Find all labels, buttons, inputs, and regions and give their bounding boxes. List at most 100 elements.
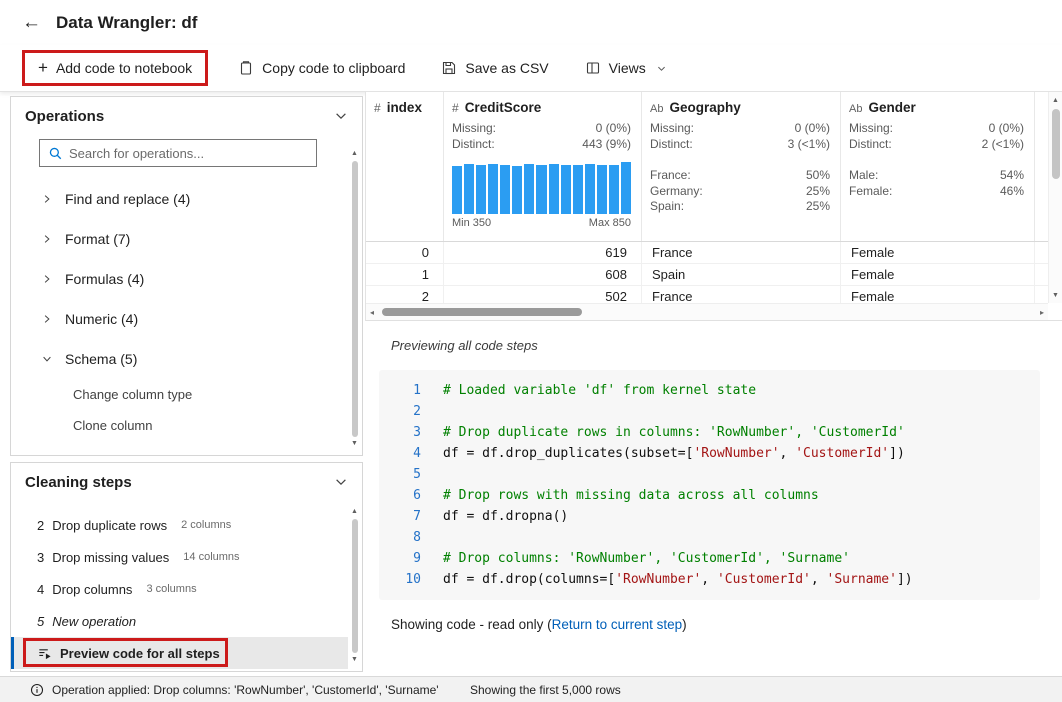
distinct-label: Distinct: [849, 137, 892, 153]
column-header-index[interactable]: #index [366, 92, 444, 241]
column-header-geography[interactable]: AbGeographyMissing:0 (0%)Distinct:3 (<1%… [642, 92, 841, 241]
table-cell: 619 [444, 242, 642, 263]
step-detail: 3 columns [146, 583, 196, 595]
table-cell: France [642, 242, 841, 263]
add-code-to-notebook-button[interactable]: + Add code to notebook [22, 50, 208, 86]
back-arrow-icon[interactable]: ← [22, 12, 41, 34]
operations-scrollbar[interactable]: ▲ ▼ [349, 149, 360, 449]
category-label: France: [650, 168, 691, 184]
line-content: df = df.drop(columns=['RowNumber', 'Cust… [443, 569, 913, 590]
step-label: Drop duplicate rows [52, 518, 167, 533]
column-header-creditscore[interactable]: #CreditScoreMissing:0 (0%)Distinct:443 (… [444, 92, 642, 241]
cleaning-steps-header: Cleaning steps [11, 463, 362, 501]
missing-value: 0 (0%) [989, 121, 1024, 137]
scroll-left-icon[interactable]: ◂ [370, 308, 374, 317]
save-icon [441, 60, 457, 76]
operations-title: Operations [25, 108, 104, 125]
scroll-down-icon[interactable]: ▼ [1052, 292, 1059, 299]
cleaning-steps-title: Cleaning steps [25, 474, 132, 491]
step-number: 5 [37, 614, 44, 629]
line-content: # Drop columns: 'RowNumber', 'CustomerId… [443, 548, 850, 569]
category-value: 46% [1000, 184, 1024, 200]
table-row[interactable]: 1608SpainFemale [366, 264, 1048, 286]
chevron-right-icon [41, 233, 53, 245]
code-line: 1# Loaded variable 'df' from kernel stat… [379, 380, 1040, 401]
missing-value: 0 (0%) [596, 121, 631, 137]
toolbar: + Add code to notebook Copy code to clip… [0, 45, 1062, 92]
table-row[interactable]: 0619FranceFemale [366, 242, 1048, 264]
save-csv-label: Save as CSV [465, 60, 548, 76]
search-input[interactable] [69, 146, 316, 161]
operation-group-schema[interactable]: Schema (5) [11, 339, 362, 379]
info-icon [30, 683, 44, 697]
line-number: 1 [379, 380, 421, 401]
numeric-type-icon: # [452, 101, 459, 115]
histogram-bar [585, 164, 595, 214]
operations-search[interactable] [39, 139, 317, 167]
code-line: 8 [379, 527, 1040, 548]
distinct-value: 2 (<1%) [982, 137, 1024, 153]
cleaning-step-drop-columns[interactable]: 4Drop columns3 columns [11, 573, 348, 605]
scrollbar-thumb[interactable] [1052, 109, 1060, 179]
category-value: 54% [1000, 168, 1024, 184]
step-label: New operation [52, 614, 136, 629]
table-cell: 1 [366, 264, 444, 285]
scrollbar-thumb[interactable] [352, 161, 358, 437]
code-line: 5 [379, 464, 1040, 485]
table-row[interactable]: 2502FranceFemale [366, 286, 1048, 303]
scroll-up-icon[interactable]: ▲ [351, 507, 358, 517]
column-name: index [387, 100, 422, 115]
cleaning-step-preview-code-for-all-steps[interactable]: Preview code for all steps [11, 637, 348, 669]
step-number: 3 [37, 550, 44, 565]
column-name: Gender [868, 100, 915, 115]
operation-group-label: Formulas (4) [65, 271, 144, 287]
grid-horizontal-scrollbar[interactable]: ◂ ▸ [366, 303, 1048, 320]
line-number: 5 [379, 464, 421, 485]
cleaning-step-drop-missing-values[interactable]: 3Drop missing values14 columns [11, 541, 348, 573]
scroll-up-icon[interactable]: ▲ [1052, 97, 1059, 104]
collapse-chevron-icon[interactable] [334, 475, 348, 489]
operation-item-clone-column[interactable]: Clone column [11, 410, 362, 441]
column-header-gender[interactable]: AbGenderMissing:0 (0%)Distinct:2 (<1%)Ma… [841, 92, 1035, 241]
scroll-right-icon[interactable]: ▸ [1040, 308, 1044, 317]
cleaning-step-drop-duplicate-rows[interactable]: 2Drop duplicate rows2 columns [11, 509, 348, 541]
histogram-bar [464, 164, 474, 214]
views-icon [585, 60, 601, 76]
views-button[interactable]: Views [579, 56, 673, 80]
collapse-chevron-icon[interactable] [334, 109, 348, 123]
operation-item-change-column-type[interactable]: Change column type [11, 379, 362, 410]
operation-group-format[interactable]: Format (7) [11, 219, 362, 259]
save-as-csv-button[interactable]: Save as CSV [435, 56, 554, 80]
scroll-up-icon[interactable]: ▲ [351, 149, 358, 159]
histogram-bar [597, 165, 607, 214]
return-to-current-step-link[interactable]: Return to current step [552, 617, 683, 632]
line-number: 3 [379, 422, 421, 443]
grid-header-row: #index#CreditScoreMissing:0 (0%)Distinct… [366, 92, 1048, 242]
operation-group-label: Schema (5) [65, 351, 137, 367]
step-label: Preview code for all steps [60, 646, 220, 661]
operation-group-numeric[interactable]: Numeric (4) [11, 299, 362, 339]
clipboard-icon [238, 60, 254, 76]
scroll-down-icon[interactable]: ▼ [351, 439, 358, 449]
category-label: Spain: [650, 199, 684, 215]
cleaning-steps-scrollbar[interactable]: ▲ ▼ [349, 507, 360, 665]
operations-list: Find and replace (4)Format (7) Formulas (… [11, 175, 362, 441]
data-grid-viewport: #index#CreditScoreMissing:0 (0%)Distinct… [366, 92, 1048, 303]
scrollbar-thumb[interactable] [382, 308, 582, 316]
copy-code-to-clipboard-button[interactable]: Copy code to clipboard [232, 56, 411, 80]
table-cell: Female [841, 242, 1035, 263]
grid-body: 0619FranceFemale1608SpainFemale2502Franc… [366, 242, 1048, 303]
histogram-bar [500, 165, 510, 214]
cleaning-step-new-operation[interactable]: 5 New operation [11, 605, 348, 637]
add-code-label: Add code to notebook [56, 60, 192, 76]
code-editor[interactable]: 1# Loaded variable 'df' from kernel stat… [379, 370, 1040, 600]
cleaning-steps-panel: Cleaning steps 2Drop duplicate rows2 col… [10, 462, 363, 672]
page-title: Data Wrangler: df [56, 13, 197, 33]
scroll-down-icon[interactable]: ▼ [351, 655, 358, 665]
operation-group-find-and-replace[interactable]: Find and replace (4) [11, 179, 362, 219]
code-preview-panel: Previewing all code steps 1# Loaded vari… [365, 322, 1062, 676]
operation-group-formulas[interactable]: Formulas (4) [11, 259, 362, 299]
data-grid: #index#CreditScoreMissing:0 (0%)Distinct… [365, 92, 1062, 321]
grid-vertical-scrollbar[interactable]: ▲ ▼ [1048, 92, 1062, 303]
scrollbar-thumb[interactable] [352, 519, 358, 653]
